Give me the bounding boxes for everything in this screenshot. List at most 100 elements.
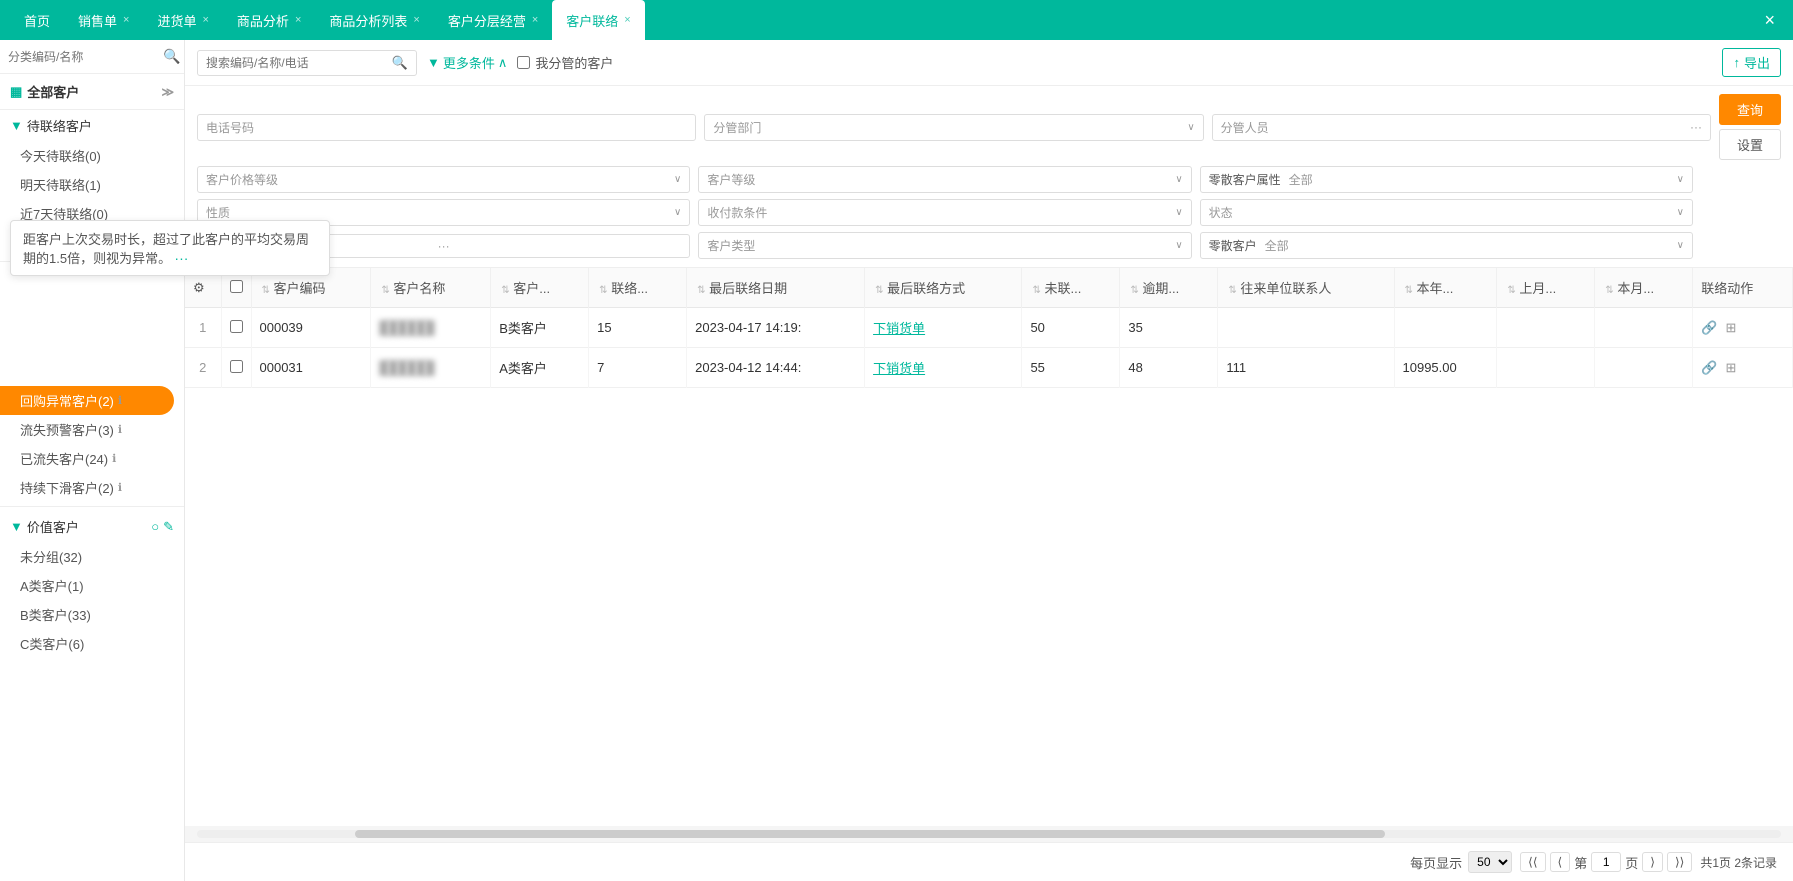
sidebar-collapse-btn[interactable]: ≫ <box>161 85 174 99</box>
row-last-method-1[interactable]: 下销货单 <box>865 308 1022 348</box>
select-all-checkbox[interactable] <box>230 280 243 293</box>
row-checkbox-2[interactable] <box>221 348 251 388</box>
retail-customer-label: 零散客户 <box>1209 237 1257 254</box>
payment-filter[interactable]: 收付款条件 ∨ <box>698 199 1191 226</box>
sidebar-item-tomorrow[interactable]: 明天待联络(1) <box>0 170 184 199</box>
close-sales-tab[interactable]: × <box>123 14 129 26</box>
manager-filter[interactable]: 分管人员 ··· <box>1212 114 1711 141</box>
main-search-input[interactable] <box>206 56 392 70</box>
manager-label: 分管人员 <box>1221 119 1690 136</box>
circle-icon[interactable]: ○ <box>151 519 159 535</box>
row-1-checkbox[interactable] <box>230 320 243 333</box>
phone-filter[interactable]: 电话号码 <box>197 114 696 141</box>
overdue-col-header: ⇅ 逾期... <box>1120 268 1218 308</box>
last-method-link-1[interactable]: 下销货单 <box>873 321 925 336</box>
sidebar-item-declining[interactable]: 持续下滑客户(2) ℹ <box>0 473 184 502</box>
page-number-input[interactable] <box>1591 852 1621 872</box>
action-icons-2: 🔗 ⊞ <box>1701 360 1784 376</box>
sidebar-item-today[interactable]: 今天待联络(0) <box>0 141 184 170</box>
last-method-link-2[interactable]: 下销货单 <box>873 361 925 376</box>
first-page-btn[interactable]: ⟨⟨ <box>1520 852 1545 872</box>
sidebar-item-b-class[interactable]: B类客户(33) <box>0 600 184 629</box>
company-contact-col-header: ⇅ 往来单位联系人 <box>1218 268 1394 308</box>
main-layout: 🔍 ▦ 全部客户 ≫ ▼ 待联络客户 今天待联络(0) 明天待联络(1) 近7天… <box>0 40 1793 881</box>
sidebar-search-input[interactable] <box>8 50 163 64</box>
close-customer-segment-tab[interactable]: × <box>532 14 538 26</box>
phone-label: 电话号码 <box>206 119 687 136</box>
query-button[interactable]: 查询 <box>1719 94 1781 125</box>
value-customer-group[interactable]: ▼ 价值客户 ○ ✎ <box>0 511 184 542</box>
content-area: 🔍 ▼ 更多条件 ∧ 我分管的客户 ↑ 导出 电话号码 <box>185 40 1793 881</box>
sidebar-search-icon[interactable]: 🔍 <box>163 48 180 65</box>
sidebar-divider2 <box>0 506 184 507</box>
close-purchase-tab[interactable]: × <box>202 14 208 26</box>
customer-type-filter[interactable]: 客户类型 ∨ <box>698 232 1191 259</box>
price-grade-label: 客户价格等级 <box>206 171 674 188</box>
row-2-checkbox[interactable] <box>230 360 243 373</box>
nav-customer-segment[interactable]: 客户分层经营 × <box>434 0 552 40</box>
filter-row-3: 性质 ∨ 收付款条件 ∨ 状态 ∨ <box>197 199 1781 226</box>
row-checkbox-1[interactable] <box>221 308 251 348</box>
retail-customer-filter[interactable]: 零散客户 全部 ∨ <box>1200 232 1693 259</box>
action-link-icon-1[interactable]: 🔗 <box>1701 320 1717 336</box>
payment-arrow: ∨ <box>1175 207 1182 218</box>
per-page-label: 每页显示 <box>1410 853 1462 872</box>
settings-button[interactable]: 设置 <box>1719 129 1781 160</box>
dept-filter[interactable]: 分管部门 ∨ <box>704 114 1203 141</box>
sort-icon: ⇅ <box>1507 285 1515 296</box>
sidebar-item-churn-warning[interactable]: 流失预警客户(3) ℹ <box>0 415 184 444</box>
retail-attr-label: 零散客户属性 <box>1209 171 1281 188</box>
sidebar-item-churned[interactable]: 已流失客户(24) ℹ <box>0 444 184 473</box>
customer-type-arrow: ∨ <box>1175 240 1182 251</box>
export-button[interactable]: ↑ 导出 <box>1722 48 1781 77</box>
waiting-contact-group[interactable]: ▼ 待联络客户 <box>0 110 184 141</box>
price-grade-filter[interactable]: 客户价格等级 ∨ <box>197 166 690 193</box>
filter-row-4: ··· 客户类型 ∨ 零散客户 全部 ∨ <box>197 232 1781 259</box>
retail-attr-filter[interactable]: 零散客户属性 全部 ∨ <box>1200 166 1693 193</box>
nav-product-analysis[interactable]: 商品分析 × <box>223 0 315 40</box>
customer-grade-filter[interactable]: 客户等级 ∨ <box>698 166 1191 193</box>
my-customers-checkbox[interactable] <box>517 56 530 69</box>
grid-icon: ▦ <box>10 84 22 100</box>
close-product-analysis-tab[interactable]: × <box>295 14 301 26</box>
horizontal-scrollbar[interactable] <box>197 830 1781 838</box>
filter-bar: 🔍 ▼ 更多条件 ∧ 我分管的客户 ↑ 导出 <box>185 40 1793 86</box>
row-last-method-2[interactable]: 下销货单 <box>865 348 1022 388</box>
row-uncontacted-2: 55 <box>1022 348 1120 388</box>
nav-product-list[interactable]: 商品分析列表 × <box>315 0 433 40</box>
row-this-month-2 <box>1595 348 1693 388</box>
close-product-list-tab[interactable]: × <box>413 14 419 26</box>
tooltip-more[interactable]: ··· <box>174 250 185 266</box>
edit-icon[interactable]: ✎ <box>163 519 174 535</box>
retail-customer-value: 全部 <box>1265 237 1677 254</box>
close-customer-contact-tab[interactable]: × <box>624 14 630 26</box>
sidebar-item-a-class[interactable]: A类客户(1) <box>0 571 184 600</box>
prev-page-btn[interactable]: ⟨ <box>1550 852 1571 872</box>
sidebar-item-c-class[interactable]: C类客户(6) <box>0 629 184 658</box>
waiting-arrow: ▼ <box>10 118 23 133</box>
action-grid-icon-2[interactable]: ⊞ <box>1725 360 1736 376</box>
nav-sales[interactable]: 销售单 × <box>64 0 143 40</box>
sidebar-item-repurchase-anomaly[interactable]: 回购异常客户(2) ℹ <box>0 386 174 415</box>
top-navigation: 首页 销售单 × 进货单 × 商品分析 × 商品分析列表 × 客户分层经营 × … <box>0 0 1793 40</box>
nav-home[interactable]: 首页 <box>10 0 64 40</box>
nav-purchase[interactable]: 进货单 × <box>143 0 222 40</box>
nav-customer-contact[interactable]: 客户联络 × <box>552 0 644 40</box>
table-settings-icon[interactable]: ⚙ <box>193 280 205 295</box>
status-filter[interactable]: 状态 ∨ <box>1200 199 1693 226</box>
window-close-button[interactable]: × <box>1756 10 1783 31</box>
per-page-select[interactable]: 50 <box>1468 851 1512 873</box>
main-search-icon[interactable]: 🔍 <box>392 55 408 71</box>
action-grid-icon-1[interactable]: ⊞ <box>1725 320 1736 336</box>
this-year-col-header: ⇅ 本年... <box>1394 268 1497 308</box>
action-link-icon-2[interactable]: 🔗 <box>1701 360 1717 376</box>
row-last-month-2 <box>1497 348 1595 388</box>
next-page-btn[interactable]: ⟩ <box>1642 852 1663 872</box>
sort-icon: ⇅ <box>1228 285 1236 296</box>
info-icon-churned: ℹ <box>112 452 116 465</box>
scrollbar-thumb[interactable] <box>355 830 1385 838</box>
action-buttons: 查询 设置 <box>1719 94 1781 160</box>
sidebar-item-ungrouped[interactable]: 未分组(32) <box>0 542 184 571</box>
more-conditions-btn[interactable]: ▼ 更多条件 ∧ <box>427 53 507 72</box>
last-page-btn[interactable]: ⟩⟩ <box>1667 852 1692 872</box>
